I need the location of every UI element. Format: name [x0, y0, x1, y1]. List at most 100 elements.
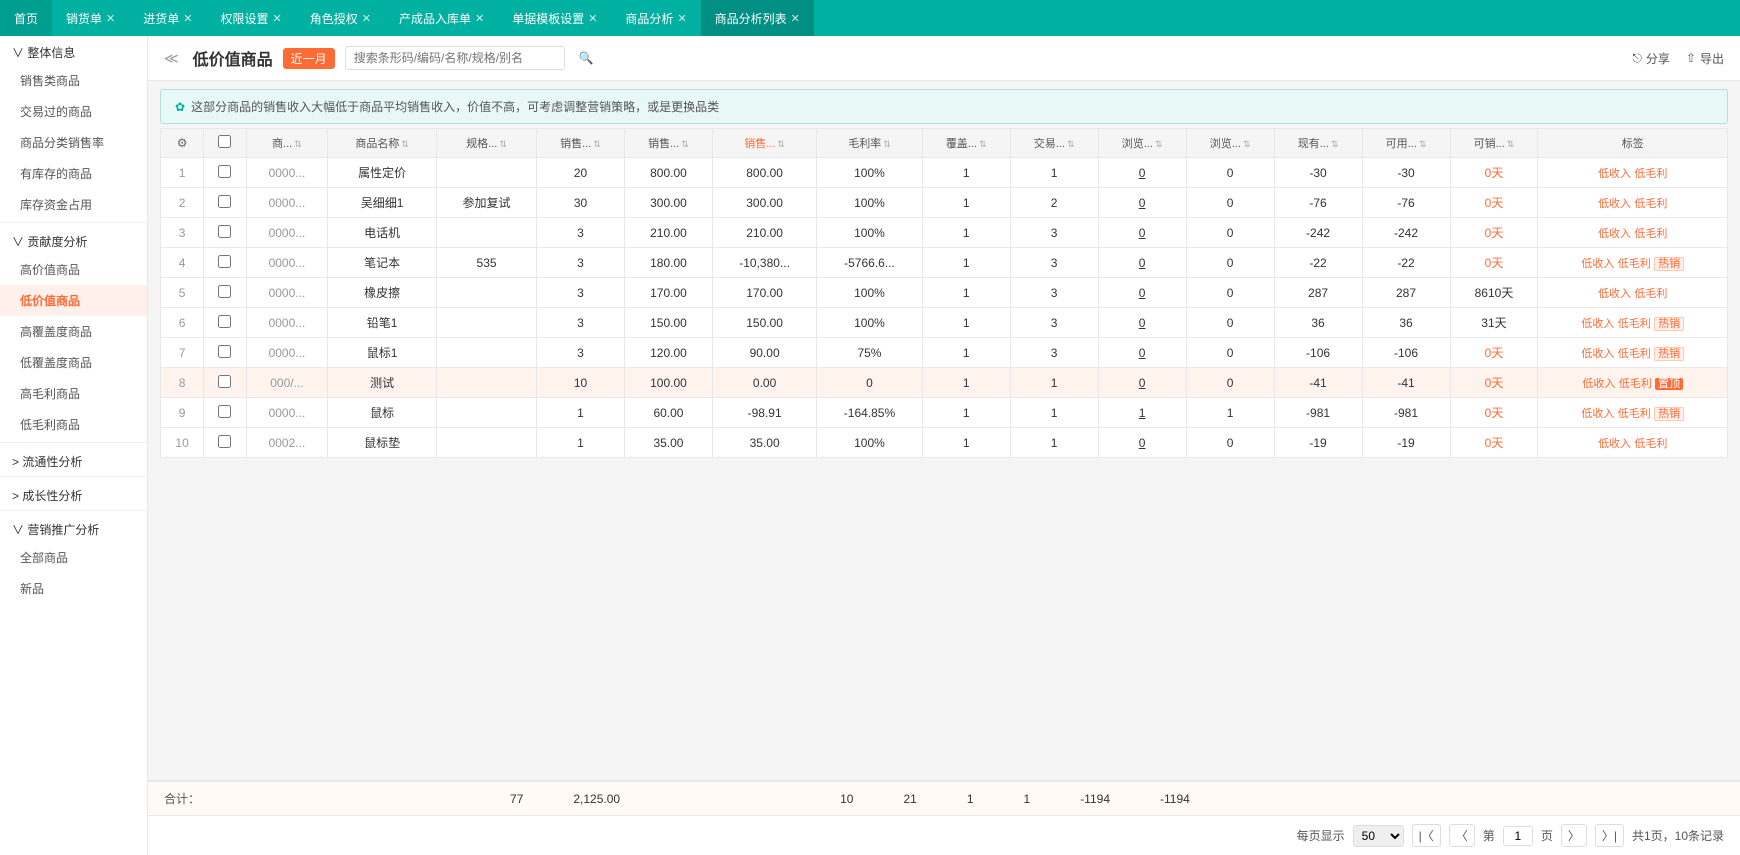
- search-icon[interactable]: 🔍: [579, 51, 594, 65]
- cell-checkbox[interactable]: [204, 248, 247, 278]
- collapse-sidebar-btn[interactable]: ≪: [164, 50, 179, 67]
- select-all-checkbox[interactable]: [218, 135, 231, 148]
- cell-browse1[interactable]: 1: [1098, 398, 1186, 428]
- row-checkbox[interactable]: [218, 405, 231, 418]
- col-spec[interactable]: 规格...⇅: [437, 129, 537, 158]
- cell-browse1[interactable]: 0: [1098, 188, 1186, 218]
- nav-close-purchase[interactable]: ✕: [183, 12, 192, 25]
- cell-browse1[interactable]: 0: [1098, 338, 1186, 368]
- col-s3[interactable]: 销售...⇅: [712, 129, 816, 158]
- time-range-tag[interactable]: 近一月: [283, 48, 335, 69]
- cell-browse1[interactable]: 0: [1098, 428, 1186, 458]
- nav-close-sales[interactable]: ✕: [106, 12, 115, 25]
- cell-checkbox[interactable]: [204, 338, 247, 368]
- col-trade[interactable]: 交易...⇅: [1010, 129, 1098, 158]
- browse1-link[interactable]: 0: [1139, 346, 1146, 360]
- sidebar-group-overall[interactable]: ∨ 整体信息: [0, 36, 147, 65]
- browse1-link[interactable]: 0: [1139, 316, 1146, 330]
- cell-browse1[interactable]: 0: [1098, 248, 1186, 278]
- page-input[interactable]: [1503, 826, 1533, 846]
- col-name[interactable]: 商品名称⇅: [328, 129, 437, 158]
- row-checkbox[interactable]: [218, 435, 231, 448]
- sidebar-item-sales-goods[interactable]: 销售类商品: [0, 65, 147, 96]
- browse1-link[interactable]: 0: [1139, 256, 1146, 270]
- col-tags[interactable]: 标签: [1538, 129, 1728, 158]
- col-code[interactable]: 商...⇅: [246, 129, 327, 158]
- nav-home[interactable]: 首页: [0, 0, 52, 36]
- table-container[interactable]: ⚙ 商...⇅ 商品名称⇅ 规格...⇅ 销售...⇅ 销售...⇅ 销售...…: [160, 128, 1728, 780]
- row-checkbox[interactable]: [218, 285, 231, 298]
- cell-browse1[interactable]: 0: [1098, 368, 1186, 398]
- nav-product-stock[interactable]: 产成品入库单 ✕: [385, 0, 498, 36]
- nav-purchase[interactable]: 进货单 ✕: [129, 0, 206, 36]
- share-btn[interactable]: ⎋ 分享: [1632, 50, 1670, 67]
- cell-checkbox[interactable]: [204, 398, 247, 428]
- sidebar-item-new-goods[interactable]: 新品: [0, 573, 147, 604]
- sidebar-item-high-margin[interactable]: 高毛利商品: [0, 378, 147, 409]
- browse1-link[interactable]: 0: [1139, 166, 1146, 180]
- sidebar-item-inventory-capital[interactable]: 库存资金占用: [0, 189, 147, 220]
- col-cover[interactable]: 覆盖...⇅: [922, 129, 1010, 158]
- nav-close-product-stock[interactable]: ✕: [475, 12, 484, 25]
- sidebar-item-traded-goods[interactable]: 交易过的商品: [0, 96, 147, 127]
- row-checkbox[interactable]: [218, 195, 231, 208]
- sidebar-item-low-margin[interactable]: 低毛利商品: [0, 409, 147, 440]
- sidebar-group-circulation[interactable]: > 流通性分析: [0, 445, 147, 474]
- cell-checkbox[interactable]: [204, 278, 247, 308]
- col-stock2[interactable]: 可用...⇅: [1362, 129, 1450, 158]
- search-input[interactable]: [345, 46, 565, 70]
- nav-close-auth[interactable]: ✕: [273, 12, 282, 25]
- col-margin[interactable]: 毛利率⇅: [817, 129, 922, 158]
- prev-page-btn[interactable]: 〈: [1449, 824, 1475, 847]
- row-checkbox[interactable]: [218, 255, 231, 268]
- browse1-link[interactable]: 0: [1139, 436, 1146, 450]
- cell-browse1[interactable]: 0: [1098, 308, 1186, 338]
- browse1-link[interactable]: 0: [1139, 286, 1146, 300]
- row-checkbox[interactable]: [218, 315, 231, 328]
- page-size-select[interactable]: 50 100 200: [1353, 825, 1404, 847]
- cell-checkbox[interactable]: [204, 188, 247, 218]
- row-checkbox[interactable]: [218, 375, 231, 388]
- sidebar-item-high-value[interactable]: 高价值商品: [0, 254, 147, 285]
- cell-checkbox[interactable]: [204, 428, 247, 458]
- row-checkbox[interactable]: [218, 345, 231, 358]
- nav-close-goods-analysis[interactable]: ✕: [677, 12, 686, 25]
- sidebar-group-growth[interactable]: > 成长性分析: [0, 479, 147, 508]
- browse1-link[interactable]: 0: [1139, 376, 1146, 390]
- nav-close-goods-list[interactable]: ✕: [791, 12, 800, 25]
- browse1-link[interactable]: 0: [1139, 196, 1146, 210]
- nav-auth-setting[interactable]: 权限设置 ✕: [206, 0, 295, 36]
- sidebar-group-contribution[interactable]: ∨ 贡献度分析: [0, 225, 147, 254]
- cell-browse1[interactable]: 0: [1098, 278, 1186, 308]
- settings-icon[interactable]: ⚙: [177, 136, 188, 150]
- sidebar-item-category-rate[interactable]: 商品分类销售率: [0, 127, 147, 158]
- row-checkbox[interactable]: [218, 225, 231, 238]
- export-btn[interactable]: ⇧ 导出: [1686, 50, 1724, 67]
- nav-goods-list[interactable]: 商品分析列表 ✕: [701, 0, 814, 36]
- col-sellable[interactable]: 可销...⇅: [1450, 129, 1538, 158]
- cell-checkbox[interactable]: [204, 308, 247, 338]
- cell-checkbox[interactable]: [204, 368, 247, 398]
- sidebar-item-low-value[interactable]: 低价值商品: [0, 285, 147, 316]
- cell-checkbox[interactable]: [204, 218, 247, 248]
- nav-sales[interactable]: 销货单 ✕: [52, 0, 129, 36]
- cell-browse1[interactable]: 0: [1098, 218, 1186, 248]
- cell-browse1[interactable]: 0: [1098, 158, 1186, 188]
- nav-template[interactable]: 单据模板设置 ✕: [498, 0, 611, 36]
- last-page-btn[interactable]: 〉|: [1595, 824, 1624, 847]
- col-browse2[interactable]: 浏览...⇅: [1186, 129, 1274, 158]
- sidebar-item-stocked-goods[interactable]: 有库存的商品: [0, 158, 147, 189]
- col-stock1[interactable]: 现有...⇅: [1274, 129, 1362, 158]
- nav-goods-analysis[interactable]: 商品分析 ✕: [611, 0, 700, 36]
- first-page-btn[interactable]: |〈: [1412, 824, 1441, 847]
- col-config[interactable]: ⚙: [161, 129, 204, 158]
- nav-close-role[interactable]: ✕: [362, 12, 371, 25]
- browse1-link[interactable]: 0: [1139, 226, 1146, 240]
- nav-role-auth[interactable]: 角色授权 ✕: [296, 0, 385, 36]
- next-page-btn[interactable]: 〉: [1561, 824, 1587, 847]
- sidebar-item-low-coverage[interactable]: 低覆盖度商品: [0, 347, 147, 378]
- sidebar-item-high-coverage[interactable]: 高覆盖度商品: [0, 316, 147, 347]
- col-browse1[interactable]: 浏览...⇅: [1098, 129, 1186, 158]
- col-s1[interactable]: 销售...⇅: [537, 129, 625, 158]
- col-checkbox[interactable]: [204, 129, 247, 158]
